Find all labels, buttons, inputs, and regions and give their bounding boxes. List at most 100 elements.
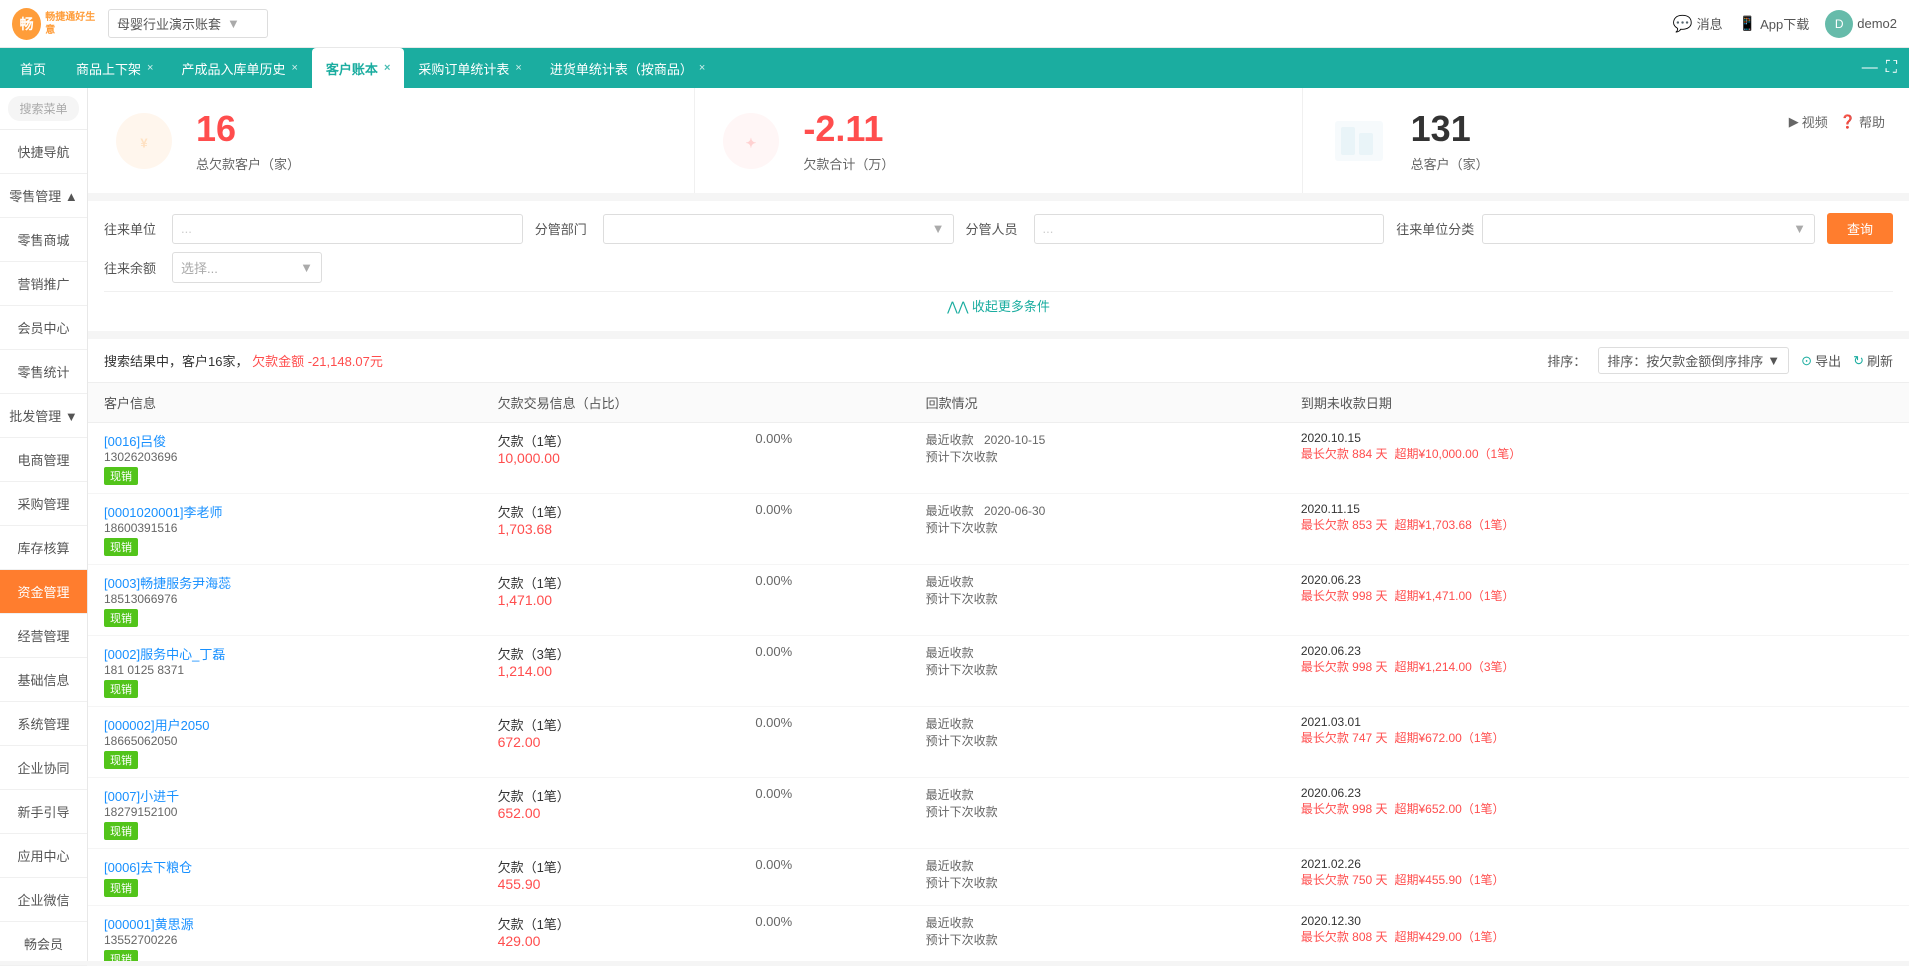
tab-close-purchase-stats[interactable]: × [699,62,705,74]
nav-minimize-btn[interactable]: — [1862,59,1878,77]
sort-selector[interactable]: 排序：按欠款金额倒序排序 ▼ [1598,347,1789,374]
nav-maximize-btn[interactable]: ⛶ [1886,59,1897,77]
tab-home[interactable]: 首页 [4,48,62,88]
customer-name-link-3[interactable]: [0002]服务中心_丁磊 [104,647,225,662]
sidebar-item-ops[interactable]: 经营管理 [0,614,87,658]
overdue-amount-3[interactable]: 超期¥1,214.00（3笔） [1394,660,1514,674]
debt-amount-3: 1,214.00 [498,663,724,679]
sidebar-item-ecom[interactable]: 电商管理 [0,438,87,482]
app-download-icon: 📱 [1739,15,1756,32]
cell-customer-6: [0006]去下粮仓 现销 [88,849,482,906]
customer-tag-1: 现销 [104,538,138,556]
sidebar-item-marketing[interactable]: 营销推广 [0,262,87,306]
customer-phone-5: 18279152100 [104,805,466,819]
cell-recovery-1: 最近收款 2020-06-30 预计下次收款 [910,494,1285,565]
cell-recovery-3: 最近收款 预计下次收款 [910,636,1285,707]
cell-overdue-0: 2020.10.15 最长欠款 884 天 超期¥10,000.00（1笔） [1285,423,1909,494]
sidebar-item-system[interactable]: 系统管理 [0,702,87,746]
filter-select-dept[interactable]: ▼ [603,214,954,244]
sidebar-item-label: 畅会员 [4,934,83,953]
customer-name-link-4[interactable]: [000002]用户2050 [104,718,210,733]
tab-products-off[interactable]: 商品上下架 × [62,48,167,88]
collapse-label: 收起更多条件 [972,299,1050,314]
sidebar-search[interactable]: 搜索菜单 [0,88,87,130]
sidebar-item-enterprise-collab[interactable]: 企业协同 [0,746,87,790]
overdue-amount-2[interactable]: 超期¥1,471.00（1笔） [1394,589,1514,603]
user-profile-item[interactable]: D demo2 [1825,10,1897,38]
logo-text: 畅捷通好生意 [45,11,100,37]
sidebar-item-batch-mgmt[interactable]: 批发管理 ▼ [0,394,87,438]
tab-close-production-history[interactable]: × [291,62,297,74]
tab-close-purchase-order[interactable]: × [515,62,521,74]
sidebar-item-app-center[interactable]: 应用中心 [0,834,87,878]
customer-tag-5: 现销 [104,822,138,840]
last-receipt-date-0: 2020-10-15 [977,433,1045,447]
sidebar-item-vip[interactable]: 畅会员 [0,922,87,966]
help-btn[interactable]: ❓ 帮助 [1840,112,1885,131]
sidebar-item-enterprise-wechat[interactable]: 企业微信 [0,878,87,922]
overdue-amount-0[interactable]: 超期¥10,000.00（1笔） [1394,447,1521,461]
customer-name-link-6[interactable]: [0006]去下粮仓 [104,860,192,875]
overdue-amount-1[interactable]: 超期¥1,703.68（1笔） [1394,518,1514,532]
stat-debt-customers-label: 总欠款客户（家） [196,154,300,173]
top-bar-right: 💬 消息 📱 App下载 D demo2 [1673,10,1897,38]
customer-name-link-1[interactable]: [0001020001]李老师 [104,505,223,520]
message-item[interactable]: 💬 消息 [1673,14,1723,34]
export-label: 导出 [1815,351,1841,370]
tab-close-products-off[interactable]: × [147,62,153,74]
last-receipt-label-6: 最近收款 [926,859,974,873]
sidebar-item-quick-nav[interactable]: 快捷导航 [0,130,87,174]
customer-name-link-2[interactable]: [0003]畅捷服务尹海蕊 [104,576,231,591]
sidebar-search-box[interactable]: 搜索菜单 [8,96,79,121]
cell-customer-1: [0001020001]李老师 18600391516 现销 [88,494,482,565]
overdue-amount-4[interactable]: 超期¥672.00（1笔） [1394,731,1504,745]
last-receipt-label-7: 最近收款 [926,916,974,930]
customer-name-link-7[interactable]: [000001]黄思源 [104,917,194,932]
refresh-button[interactable]: ↻ 刷新 [1853,351,1893,370]
overdue-date-0: 2020.10.15 [1301,431,1893,445]
query-button[interactable]: 查询 [1827,213,1893,244]
filter-input-unit[interactable]: ... [172,214,523,244]
collapse-bar[interactable]: ⋀⋀ 收起更多条件 [104,291,1893,319]
sidebar-item-retail-stats[interactable]: 零售统计 [0,350,87,394]
sidebar-item-retail-mgmt[interactable]: 零售管理 ▲ [0,174,87,218]
customer-tag-6: 现销 [104,879,138,897]
sidebar-item-member[interactable]: 会员中心 [0,306,87,350]
filter-select-balance[interactable]: 选择... ▼ [172,252,322,283]
svg-text:¥: ¥ [140,135,148,150]
customer-name-link-0[interactable]: [0016]吕俊 [104,434,166,449]
sidebar-item-capital[interactable]: 资金管理 [0,570,87,614]
debt-pct-3: 0.00% [755,644,893,659]
tab-production-history[interactable]: 产成品入库单历史 × [167,48,311,88]
tab-customer-account[interactable]: 客户账本 × [312,48,404,88]
customer-name-link-5[interactable]: [0007]小进千 [104,789,179,804]
overdue-amount-7[interactable]: 超期¥429.00（1笔） [1394,930,1504,944]
tab-purchase-stats[interactable]: 进货单统计表（按商品） × [536,48,719,88]
filter-item-unit: 往来单位 ... [104,214,523,244]
filter-input-person[interactable]: ... [1034,214,1385,244]
video-btn[interactable]: ▶ 视频 [1789,112,1828,131]
filter-row-2: 往来余额 选择... ▼ [104,252,1893,283]
overdue-amount-5[interactable]: 超期¥652.00（1笔） [1394,802,1504,816]
cell-customer-4: [000002]用户2050 18665062050 现销 [88,707,482,778]
tab-close-customer-account[interactable]: × [384,62,390,74]
overdue-amount-6[interactable]: 超期¥455.90（1笔） [1394,873,1504,887]
sidebar-item-retail-mall[interactable]: 零售商城 [0,218,87,262]
sidebar-item-purchase[interactable]: 采购管理 [0,482,87,526]
main-layout: 搜索菜单 快捷导航 零售管理 ▲ 零售商城 营销推广 会员中心 零售统计 批发管… [0,88,1909,961]
sidebar-item-label: 资金管理 [4,582,83,601]
customer-tag-0: 现销 [104,467,138,485]
customer-tag-4: 现销 [104,751,138,769]
sidebar-item-warehouse[interactable]: 库存核算 [0,526,87,570]
customer-phone-7: 13552700226 [104,933,466,947]
sidebar-item-basic[interactable]: 基础信息 [0,658,87,702]
sidebar-item-guide[interactable]: 新手引导 [0,790,87,834]
filter-select-category[interactable]: ▼ [1482,214,1815,244]
debt-count-5: 欠款（1笔） [498,786,724,805]
tab-purchase-order[interactable]: 采购订单统计表 × [404,48,535,88]
export-button[interactable]: ⊙ 导出 [1801,351,1841,370]
app-download-item[interactable]: 📱 App下载 [1739,14,1810,33]
last-receipt-3: 最近收款 [926,644,1269,661]
industry-selector[interactable]: 母婴行业演示账套 ▼ [108,9,268,38]
cell-customer-5: [0007]小进千 18279152100 现销 [88,778,482,849]
